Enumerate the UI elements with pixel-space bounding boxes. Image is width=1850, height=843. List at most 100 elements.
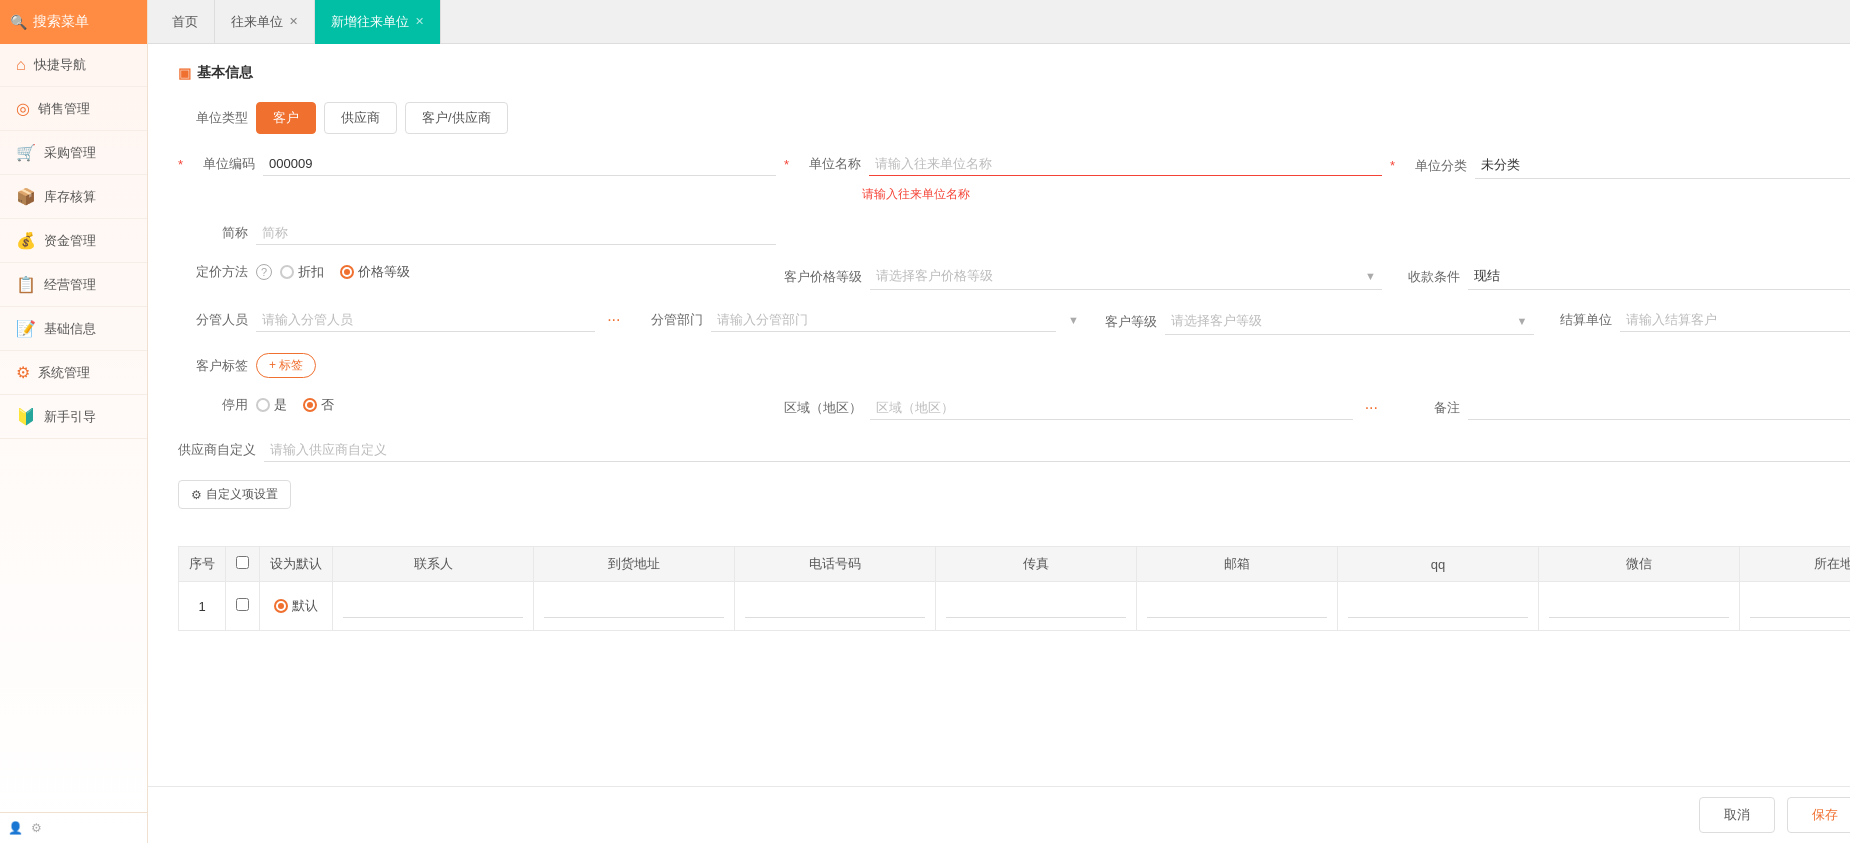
unit-type-label: 单位类型: [178, 109, 248, 127]
tab-new-contact-close[interactable]: ✕: [415, 15, 424, 28]
pricing-method-label: 定价方法: [178, 263, 248, 281]
cancel-button[interactable]: 取消: [1699, 797, 1775, 833]
tab-new-contact[interactable]: 新增往来单位 ✕: [315, 0, 441, 44]
department-input[interactable]: [711, 308, 1057, 332]
select-all-checkbox[interactable]: [236, 556, 249, 569]
disabled-yes-label: 是: [274, 396, 287, 414]
row-contact: [333, 582, 534, 631]
disabled-yes-radio[interactable]: 是: [256, 396, 287, 414]
unit-category-label: 单位分类: [1397, 157, 1467, 175]
unit-category-select[interactable]: 未分类 ▼: [1475, 152, 1850, 179]
col-area: 所在地区: [1740, 547, 1851, 582]
unit-category-label-wrap: * 单位分类: [1390, 157, 1467, 175]
main-area: 首页 往来单位 ✕ 新增往来单位 ✕ ✕ ▣ 基本信息 单位类型 客户 供应商 …: [148, 0, 1850, 843]
manager-more-icon[interactable]: ···: [603, 311, 624, 329]
row-email-input[interactable]: [1147, 594, 1327, 618]
unit-name-input[interactable]: [869, 152, 1382, 176]
search-icon: 🔍: [10, 14, 27, 30]
customer-level-placeholder: 请选择客户等级: [1171, 312, 1513, 330]
tab-contacts-label: 往来单位: [231, 13, 283, 31]
unit-code-group: * 单位编码: [178, 152, 776, 176]
sidebar-item-operations[interactable]: 📋 经营管理: [0, 263, 147, 307]
tab-contacts[interactable]: 往来单位 ✕: [215, 0, 315, 44]
tab-contacts-close[interactable]: ✕: [289, 15, 298, 28]
row-wechat-input[interactable]: [1549, 594, 1729, 618]
sidebar-item-finance[interactable]: 💰 资金管理: [0, 219, 147, 263]
sidebar-item-inventory[interactable]: 📦 库存核算: [0, 175, 147, 219]
section-title-basic: ▣ 基本信息: [178, 64, 1850, 82]
region-group: 区域（地区） ···: [784, 396, 1382, 420]
footer-bar: 取消 保存 保存并新增: [148, 786, 1850, 843]
row-default-radio[interactable]: 默认: [270, 597, 322, 615]
disabled-no-label: 否: [321, 396, 334, 414]
add-tag-button[interactable]: + 标签: [256, 353, 316, 378]
sidebar-item-label: 库存核算: [44, 188, 96, 206]
row-default-label: 默认: [292, 597, 318, 615]
customer-price-level-select[interactable]: 请选择客户价格等级 ▼: [870, 263, 1382, 290]
section-icon: ▣: [178, 65, 191, 81]
sidebar-item-purchase[interactable]: 🛒 采购管理: [0, 131, 147, 175]
settlement-unit-group: 结算单位 ···: [1542, 308, 1851, 332]
pricing-discount-label: 折扣: [298, 263, 324, 281]
tab-home[interactable]: 首页: [156, 0, 215, 44]
customer-level-group: 客户等级 请选择客户等级 ▼: [1087, 308, 1534, 335]
disabled-yes-circle: [256, 398, 270, 412]
form-area: ▣ 基本信息 单位类型 客户 供应商 客户/供应商 * 单位编码: [148, 44, 1850, 786]
sidebar-item-quick-nav[interactable]: ⌂ 快捷导航: [0, 44, 147, 87]
custom-settings-button[interactable]: ⚙ 自定义项设置: [178, 480, 291, 509]
disabled-no-radio[interactable]: 否: [303, 396, 334, 414]
remarks-input[interactable]: [1468, 396, 1850, 420]
gear-icon: ⚙: [191, 488, 202, 502]
unit-category-value: 未分类: [1481, 156, 1850, 174]
customer-price-level-group: 客户价格等级 请选择客户价格等级 ▼: [784, 263, 1382, 290]
unit-name-error: 请输入往来单位名称: [862, 186, 970, 203]
region-more-icon[interactable]: ···: [1361, 399, 1382, 417]
settlement-unit-input[interactable]: [1620, 308, 1851, 332]
row-select-checkbox[interactable]: [236, 598, 249, 611]
custom-settings-area: ⚙ 自定义项设置: [178, 480, 1850, 509]
manager-input[interactable]: [256, 308, 595, 332]
system-icon: ⚙: [16, 363, 30, 382]
unit-code-label: 单位编码: [185, 155, 255, 173]
sidebar-item-label: 资金管理: [44, 232, 96, 250]
manager-group: 分管人员 ···: [178, 308, 625, 332]
sidebar-search[interactable]: 🔍 搜索菜单: [0, 0, 147, 44]
sidebar-item-label: 快捷导航: [34, 56, 86, 74]
type-btn-customer[interactable]: 客户: [256, 102, 316, 134]
sidebar-item-system[interactable]: ⚙ 系统管理: [0, 351, 147, 395]
row-delivery-input[interactable]: [544, 594, 724, 618]
row-area-input[interactable]: [1750, 594, 1850, 618]
save-button[interactable]: 保存: [1787, 797, 1850, 833]
col-email: 邮箱: [1137, 547, 1338, 582]
sidebar-item-new-guide[interactable]: 🔰 新手引导: [0, 395, 147, 439]
disabled-no-circle: [303, 398, 317, 412]
row-contact-input[interactable]: [343, 594, 523, 618]
col-fax: 传真: [936, 547, 1137, 582]
disabled-group: 停用 是 否: [178, 396, 776, 414]
home-icon: ⌂: [16, 56, 26, 74]
row-fax-input[interactable]: [946, 594, 1126, 618]
sidebar-item-sales[interactable]: ◎ 销售管理: [0, 87, 147, 131]
row-phone: [735, 582, 936, 631]
col-phone: 电话号码: [735, 547, 936, 582]
row-qq-input[interactable]: [1348, 594, 1528, 618]
finance-icon: 💰: [16, 231, 36, 250]
row-phone-input[interactable]: [745, 594, 925, 618]
unit-name-label-wrap: * 单位名称: [784, 155, 861, 173]
supplier-custom-input[interactable]: [264, 438, 1850, 462]
type-btn-both[interactable]: 客户/供应商: [405, 102, 508, 134]
sidebar-bottom: 👤 ⚙: [0, 812, 147, 843]
type-btn-supplier[interactable]: 供应商: [324, 102, 397, 134]
table-toolbar: 🗑 批量删除: [178, 519, 1850, 540]
pricing-method-help-icon[interactable]: ?: [256, 264, 272, 280]
pricing-discount-radio[interactable]: 折扣: [280, 263, 324, 281]
unit-type-row: 单位类型 客户 供应商 客户/供应商: [178, 102, 1850, 134]
customer-level-chevron-icon: ▼: [1517, 315, 1528, 327]
payment-terms-select[interactable]: 现结 ▼: [1468, 263, 1850, 290]
short-name-input[interactable]: [256, 221, 776, 245]
region-input[interactable]: [870, 396, 1353, 420]
sidebar-item-basic-info[interactable]: 📝 基础信息: [0, 307, 147, 351]
unit-code-input[interactable]: [263, 152, 776, 176]
customer-level-select[interactable]: 请选择客户等级 ▼: [1165, 308, 1534, 335]
pricing-level-radio[interactable]: 价格等级: [340, 263, 410, 281]
